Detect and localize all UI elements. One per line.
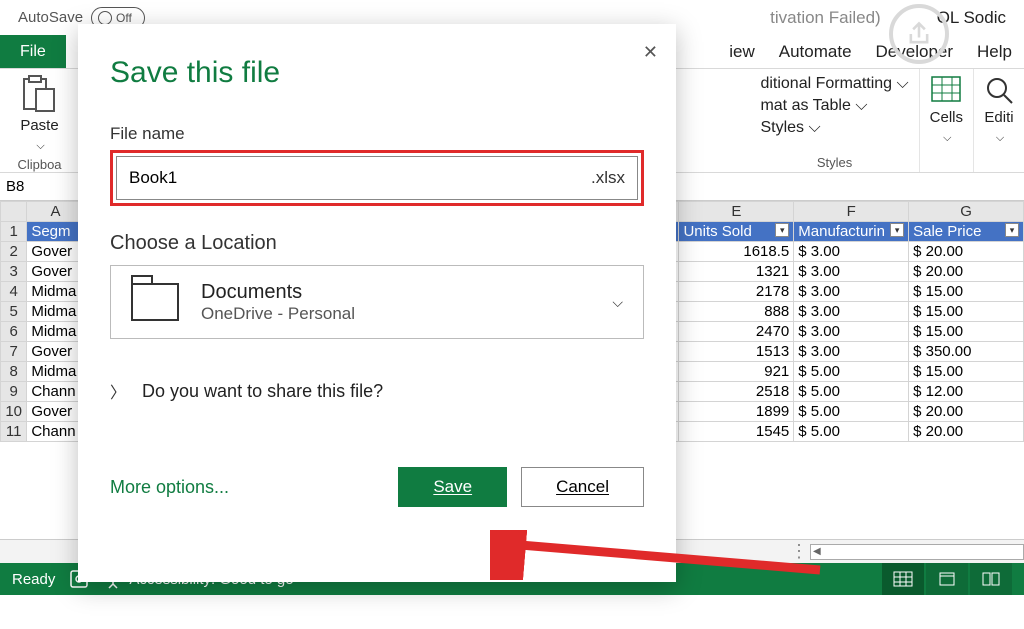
header-cell[interactable]: Units Sold▾ <box>679 222 794 242</box>
cancel-button[interactable]: Cancel <box>521 467 644 507</box>
share-icon[interactable] <box>889 4 949 64</box>
filename-highlight: .xlsx <box>110 150 644 206</box>
save-button[interactable]: Save <box>398 467 507 507</box>
cell[interactable]: 921 <box>679 362 794 382</box>
cell[interactable]: $ 3.00 <box>794 262 909 282</box>
cell[interactable]: 1618.5 <box>679 242 794 262</box>
col-header[interactable]: G <box>909 202 1024 222</box>
dialog-title: Save this file <box>110 56 644 90</box>
location-sub: OneDrive - Personal <box>201 304 355 324</box>
chevron-down-icon <box>34 136 44 153</box>
cell[interactable]: 1899 <box>679 402 794 422</box>
cell[interactable]: 2470 <box>679 322 794 342</box>
header-cell[interactable]: Sale Price▾ <box>909 222 1024 242</box>
cell[interactable]: $ 5.00 <box>794 382 909 402</box>
close-icon[interactable]: ✕ <box>643 42 658 63</box>
cell[interactable]: Midma <box>27 282 84 302</box>
cell[interactable]: Chann <box>27 382 84 402</box>
autosave-label: AutoSave <box>18 9 83 26</box>
group-label-clipboard: Clipboa <box>17 153 61 172</box>
cell[interactable]: $ 15.00 <box>909 282 1024 302</box>
cell[interactable]: Gover <box>27 342 84 362</box>
cell[interactable]: $ 3.00 <box>794 342 909 362</box>
sheet-tab-menu-icon[interactable]: ⋮ <box>790 541 810 562</box>
tab-view[interactable]: iew <box>717 35 767 68</box>
location-label: Choose a Location <box>110 232 644 255</box>
col-header[interactable]: E <box>679 202 794 222</box>
folder-icon <box>131 283 179 321</box>
format-as-table-button[interactable]: mat as Table ⌵ <box>760 97 908 115</box>
col-header[interactable]: F <box>794 202 909 222</box>
header-cell[interactable]: Manufacturin▾ <box>794 222 909 242</box>
location-name: Documents <box>201 281 355 304</box>
cell[interactable]: $ 20.00 <box>909 422 1024 442</box>
filename-input[interactable] <box>129 168 583 188</box>
horizontal-scrollbar[interactable] <box>810 544 1024 560</box>
file-extension-dropdown[interactable]: .xlsx <box>583 168 625 188</box>
cell[interactable]: Chann <box>27 422 84 442</box>
group-label-styles: Styles <box>817 151 852 170</box>
cell[interactable]: 888 <box>679 302 794 322</box>
location-picker[interactable]: Documents OneDrive - Personal ⌵ <box>110 265 644 339</box>
cell[interactable]: $ 5.00 <box>794 362 909 382</box>
cell[interactable]: 1545 <box>679 422 794 442</box>
cell[interactable]: $ 20.00 <box>909 262 1024 282</box>
cell[interactable]: 2178 <box>679 282 794 302</box>
paste-button[interactable]: Paste <box>20 75 58 153</box>
file-tab[interactable]: File <box>0 35 66 68</box>
cell-styles-button[interactable]: Styles ⌵ <box>760 119 908 137</box>
share-file-expander[interactable]: 〉 Do you want to share this file? <box>110 379 644 403</box>
filter-icon[interactable]: ▾ <box>775 223 789 237</box>
view-normal-button[interactable] <box>882 563 924 595</box>
cell[interactable]: $ 15.00 <box>909 322 1024 342</box>
tab-automate[interactable]: Automate <box>767 35 864 68</box>
chevron-down-icon: ⌵ <box>612 294 623 311</box>
cell[interactable]: $ 3.00 <box>794 282 909 302</box>
status-ready: Ready <box>12 571 55 588</box>
cell[interactable]: $ 15.00 <box>909 302 1024 322</box>
cell[interactable]: Gover <box>27 402 84 422</box>
conditional-formatting-button[interactable]: ditional Formatting ⌵ <box>760 75 908 93</box>
chevron-right-icon: 〉 <box>110 379 126 403</box>
name-box[interactable]: B8 <box>0 173 80 200</box>
cell[interactable]: Gover <box>27 242 84 262</box>
cell[interactable]: $ 20.00 <box>909 402 1024 422</box>
view-page-break-button[interactable] <box>970 563 1012 595</box>
cell[interactable]: Midma <box>27 302 84 322</box>
cell[interactable]: $ 3.00 <box>794 302 909 322</box>
filter-icon[interactable]: ▾ <box>890 223 904 237</box>
cell[interactable]: $ 3.00 <box>794 322 909 342</box>
filter-icon[interactable]: ▾ <box>1005 223 1019 237</box>
cell[interactable]: $ 350.00 <box>909 342 1024 362</box>
cell[interactable]: Midma <box>27 362 84 382</box>
cell[interactable]: $ 15.00 <box>909 362 1024 382</box>
activation-text: tivation Failed) <box>770 8 881 28</box>
cell[interactable]: Gover <box>27 262 84 282</box>
cell[interactable]: 1321 <box>679 262 794 282</box>
cells-button[interactable]: Cells <box>930 75 963 145</box>
more-options-link[interactable]: More options... <box>110 477 229 498</box>
tab-help[interactable]: Help <box>965 35 1024 68</box>
header-cell[interactable]: Segm <box>27 222 84 242</box>
select-all[interactable] <box>1 202 27 222</box>
cell[interactable]: $ 20.00 <box>909 242 1024 262</box>
cell[interactable]: 1513 <box>679 342 794 362</box>
cell[interactable]: $ 5.00 <box>794 422 909 442</box>
chevron-down-icon <box>941 128 951 145</box>
cell[interactable]: 2518 <box>679 382 794 402</box>
view-page-layout-button[interactable] <box>926 563 968 595</box>
cell[interactable]: $ 5.00 <box>794 402 909 422</box>
cell[interactable]: $ 12.00 <box>909 382 1024 402</box>
chevron-down-icon <box>994 128 1004 145</box>
filename-label: File name <box>110 124 644 144</box>
cell[interactable]: $ 3.00 <box>794 242 909 262</box>
save-dialog: ✕ Save this file File name .xlsx Choose … <box>78 24 676 582</box>
editing-button[interactable]: Editi <box>984 75 1014 145</box>
cell[interactable]: Midma <box>27 322 84 342</box>
